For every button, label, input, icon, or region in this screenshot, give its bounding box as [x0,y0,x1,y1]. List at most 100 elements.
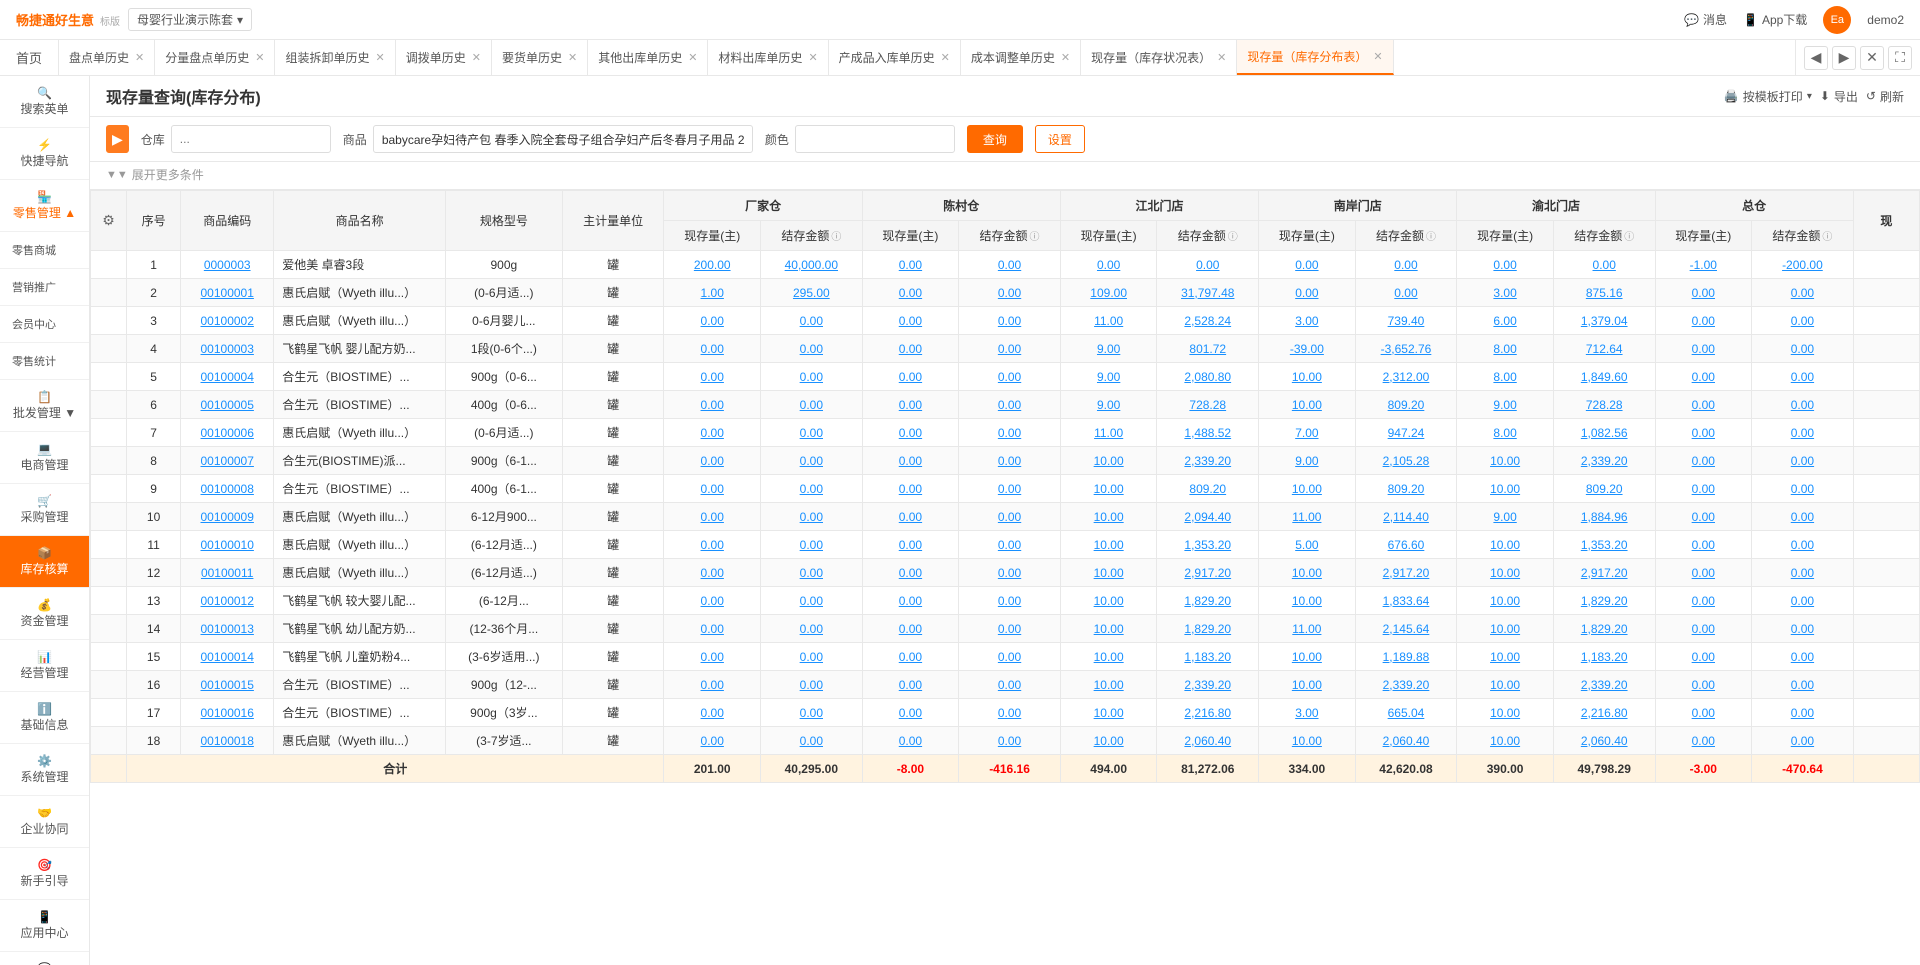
code-link[interactable]: 00100008 [201,482,254,496]
value-link[interactable]: 10.00 [1490,678,1520,692]
sidebar-item-quicknav[interactable]: ⚡ 快捷导航 [0,128,89,180]
tab-fullscreen-btn[interactable]: ⛶ [1888,46,1912,70]
value-link[interactable]: 0.00 [701,482,724,496]
value-link[interactable]: 109.00 [1090,286,1127,300]
warehouse-input[interactable] [171,125,331,153]
value-link[interactable]: 2,216.80 [1184,706,1231,720]
value-link[interactable]: 0.00 [1097,258,1120,272]
value-link[interactable]: 10.00 [1094,594,1124,608]
value-link[interactable]: 0.00 [899,510,922,524]
sidebar-item-wholesale[interactable]: 📋 批发管理 ▼ [0,380,89,432]
tab-next-btn[interactable]: ▶ [1832,46,1856,70]
value-link[interactable]: 2,917.20 [1184,566,1231,580]
value-link[interactable]: 0.00 [899,286,922,300]
tab-stock-status[interactable]: 现存量（库存状况表） ✕ [1081,40,1237,75]
value-link[interactable]: 0.00 [701,538,724,552]
value-link[interactable]: 0.00 [1791,706,1814,720]
value-link[interactable]: 809.20 [1388,398,1425,412]
value-link[interactable]: -200.00 [1782,258,1823,272]
value-link[interactable]: 2,114.40 [1383,510,1429,524]
info-icon[interactable]: ⓘ [831,232,841,243]
value-link[interactable]: 665.04 [1388,706,1425,720]
tab-other-out-history[interactable]: 其他出库单历史 ✕ [588,40,708,75]
value-link[interactable]: 0.00 [1593,258,1616,272]
value-link[interactable]: 2,060.40 [1383,734,1430,748]
value-link[interactable]: 6.00 [1493,314,1516,328]
value-link[interactable]: 0.00 [998,314,1021,328]
value-link[interactable]: 0.00 [1692,622,1715,636]
value-link[interactable]: 1,884.96 [1581,510,1628,524]
print-btn[interactable]: 🖨️ 按模板打印 ▾ [1724,88,1812,105]
gear-icon[interactable]: ⚙ [102,212,115,228]
value-link[interactable]: 947.24 [1388,426,1425,440]
value-link[interactable]: 728.28 [1586,398,1623,412]
value-link[interactable]: 0.00 [899,370,922,384]
value-link[interactable]: 10.00 [1094,734,1124,748]
value-link[interactable]: 1.00 [701,286,724,300]
value-link[interactable]: 0.00 [701,650,724,664]
value-link[interactable]: 0.00 [1791,426,1814,440]
value-link[interactable]: 0.00 [800,566,823,580]
sidebar-item-purchase[interactable]: 🛒 采购管理 [0,484,89,536]
value-link[interactable]: 2,060.40 [1581,734,1628,748]
value-link[interactable]: 0.00 [1692,566,1715,580]
info-icon[interactable]: ⓘ [1822,232,1832,243]
value-link[interactable]: 0.00 [701,510,724,524]
value-link[interactable]: 809.20 [1586,482,1623,496]
value-link[interactable]: 0.00 [998,370,1021,384]
value-link[interactable]: 9.00 [1493,398,1516,412]
value-link[interactable]: 0.00 [800,482,823,496]
value-link[interactable]: 1,183.20 [1581,650,1628,664]
value-link[interactable]: 0.00 [899,258,922,272]
value-link[interactable]: 9.00 [1295,454,1318,468]
value-link[interactable]: 0.00 [1791,510,1814,524]
value-link[interactable]: 0.00 [1394,258,1417,272]
value-link[interactable]: 10.00 [1094,538,1124,552]
value-link[interactable]: 1,829.20 [1581,594,1628,608]
value-link[interactable]: 0.00 [1791,566,1814,580]
value-link[interactable]: 1,829.20 [1581,622,1628,636]
value-link[interactable]: 10.00 [1094,566,1124,580]
value-link[interactable]: 0.00 [998,734,1021,748]
value-link[interactable]: 10.00 [1094,454,1124,468]
sidebar-item-apps[interactable]: 📱 应用中心 [0,900,89,952]
user-avatar[interactable]: Ea [1823,6,1851,34]
value-link[interactable]: 0.00 [800,538,823,552]
value-link[interactable]: 0.00 [1196,258,1219,272]
sidebar-item-collab[interactable]: 🤝 企业协同 [0,796,89,848]
value-link[interactable]: 10.00 [1292,594,1322,608]
info-icon[interactable]: ⓘ [1030,232,1040,243]
value-link[interactable]: 0.00 [800,622,823,636]
value-link[interactable]: 7.00 [1295,426,1318,440]
value-link[interactable]: 0.00 [1791,342,1814,356]
value-link[interactable]: 0.00 [1692,426,1715,440]
value-link[interactable]: -3,652.76 [1381,342,1432,356]
value-link[interactable]: 1,833.64 [1383,594,1430,608]
sidebar-item-basic-info[interactable]: ℹ️ 基础信息 [0,692,89,744]
tab-order-history[interactable]: 要货单历史 ✕ [492,40,588,75]
close-icon[interactable]: ✕ [255,51,264,64]
value-link[interactable]: 0.00 [701,342,724,356]
value-link[interactable]: 0.00 [1295,258,1318,272]
value-link[interactable]: 10.00 [1094,706,1124,720]
expand-btn[interactable]: ▶ [106,125,129,153]
value-link[interactable]: 0.00 [701,566,724,580]
store-selector[interactable]: 母婴行业演示陈套 ▾ [128,8,252,31]
value-link[interactable]: 0.00 [1791,538,1814,552]
code-link[interactable]: 00100009 [201,510,254,524]
value-link[interactable]: 0.00 [1692,594,1715,608]
value-link[interactable]: 2,094.40 [1184,510,1231,524]
value-link[interactable]: 10.00 [1094,622,1124,636]
export-btn[interactable]: ⬇ 导出 [1820,88,1858,105]
setting-btn[interactable]: 设置 [1035,125,1085,153]
value-link[interactable]: 0.00 [1692,454,1715,468]
col-settings[interactable]: ⚙ [91,191,127,251]
value-link[interactable]: 1,379.04 [1581,314,1628,328]
value-link[interactable]: 0.00 [998,286,1021,300]
sidebar-item-finance[interactable]: 💰 资金管理 [0,588,89,640]
goods-input[interactable] [373,125,753,153]
color-input[interactable] [795,125,955,153]
value-link[interactable]: 0.00 [800,594,823,608]
value-link[interactable]: 3.00 [1493,286,1516,300]
code-link[interactable]: 00100001 [201,286,254,300]
